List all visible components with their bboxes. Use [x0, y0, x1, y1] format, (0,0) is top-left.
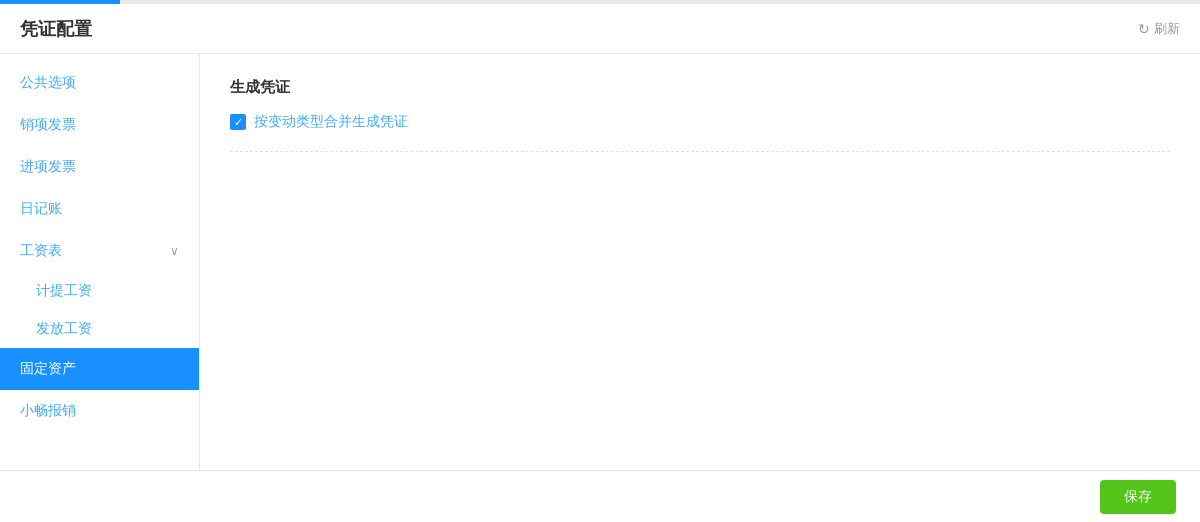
refresh-button[interactable]: ↻ 刷新 [1138, 20, 1180, 38]
refresh-label: 刷新 [1154, 20, 1180, 38]
section-title: 生成凭证 [230, 78, 1170, 97]
main-layout: 公共选项 销项发票 进项发票 日记账 工资表 ∨ 计提工资 发放工资 固定资产 … [0, 54, 1200, 470]
checkbox-row: 按变动类型合并生成凭证 [230, 113, 1170, 131]
checkbox-label[interactable]: 按变动类型合并生成凭证 [254, 113, 408, 131]
sidebar-item-petty-expense[interactable]: 小畅报销 [0, 390, 199, 432]
sidebar-item-public-options[interactable]: 公共选项 [0, 62, 199, 104]
section-divider [230, 151, 1170, 152]
sidebar-item-purchase-invoice[interactable]: 进项发票 [0, 146, 199, 188]
sidebar-item-payroll-table[interactable]: 工资表 ∨ [0, 230, 199, 272]
save-button[interactable]: 保存 [1100, 480, 1176, 514]
sidebar-item-label: 工资表 [20, 242, 62, 260]
sidebar: 公共选项 销项发票 进项发票 日记账 工资表 ∨ 计提工资 发放工资 固定资产 … [0, 54, 200, 470]
chevron-down-icon: ∨ [170, 244, 179, 258]
sidebar-item-label: 发放工资 [36, 320, 92, 338]
sidebar-item-issue-wage[interactable]: 发放工资 [0, 310, 199, 348]
sidebar-item-label: 日记账 [20, 200, 62, 218]
sidebar-item-label: 公共选项 [20, 74, 76, 92]
content-area: 生成凭证 按变动类型合并生成凭证 [200, 54, 1200, 470]
sidebar-item-label: 计提工资 [36, 282, 92, 300]
merge-by-type-checkbox[interactable] [230, 114, 246, 130]
page-footer: 保存 [0, 470, 1200, 522]
refresh-icon: ↻ [1138, 21, 1150, 37]
sidebar-item-sales-invoice[interactable]: 销项发票 [0, 104, 199, 146]
sidebar-item-label: 小畅报销 [20, 402, 76, 420]
page-header: 凭证配置 ↻ 刷新 [0, 4, 1200, 54]
sidebar-item-fixed-assets[interactable]: 固定资产 [0, 348, 199, 390]
sidebar-item-label: 进项发票 [20, 158, 76, 176]
sidebar-item-label: 销项发票 [20, 116, 76, 134]
sidebar-item-commission-wage[interactable]: 计提工资 [0, 272, 199, 310]
sidebar-item-label: 固定资产 [20, 360, 76, 378]
page-title: 凭证配置 [20, 17, 92, 41]
sidebar-item-journal[interactable]: 日记账 [0, 188, 199, 230]
